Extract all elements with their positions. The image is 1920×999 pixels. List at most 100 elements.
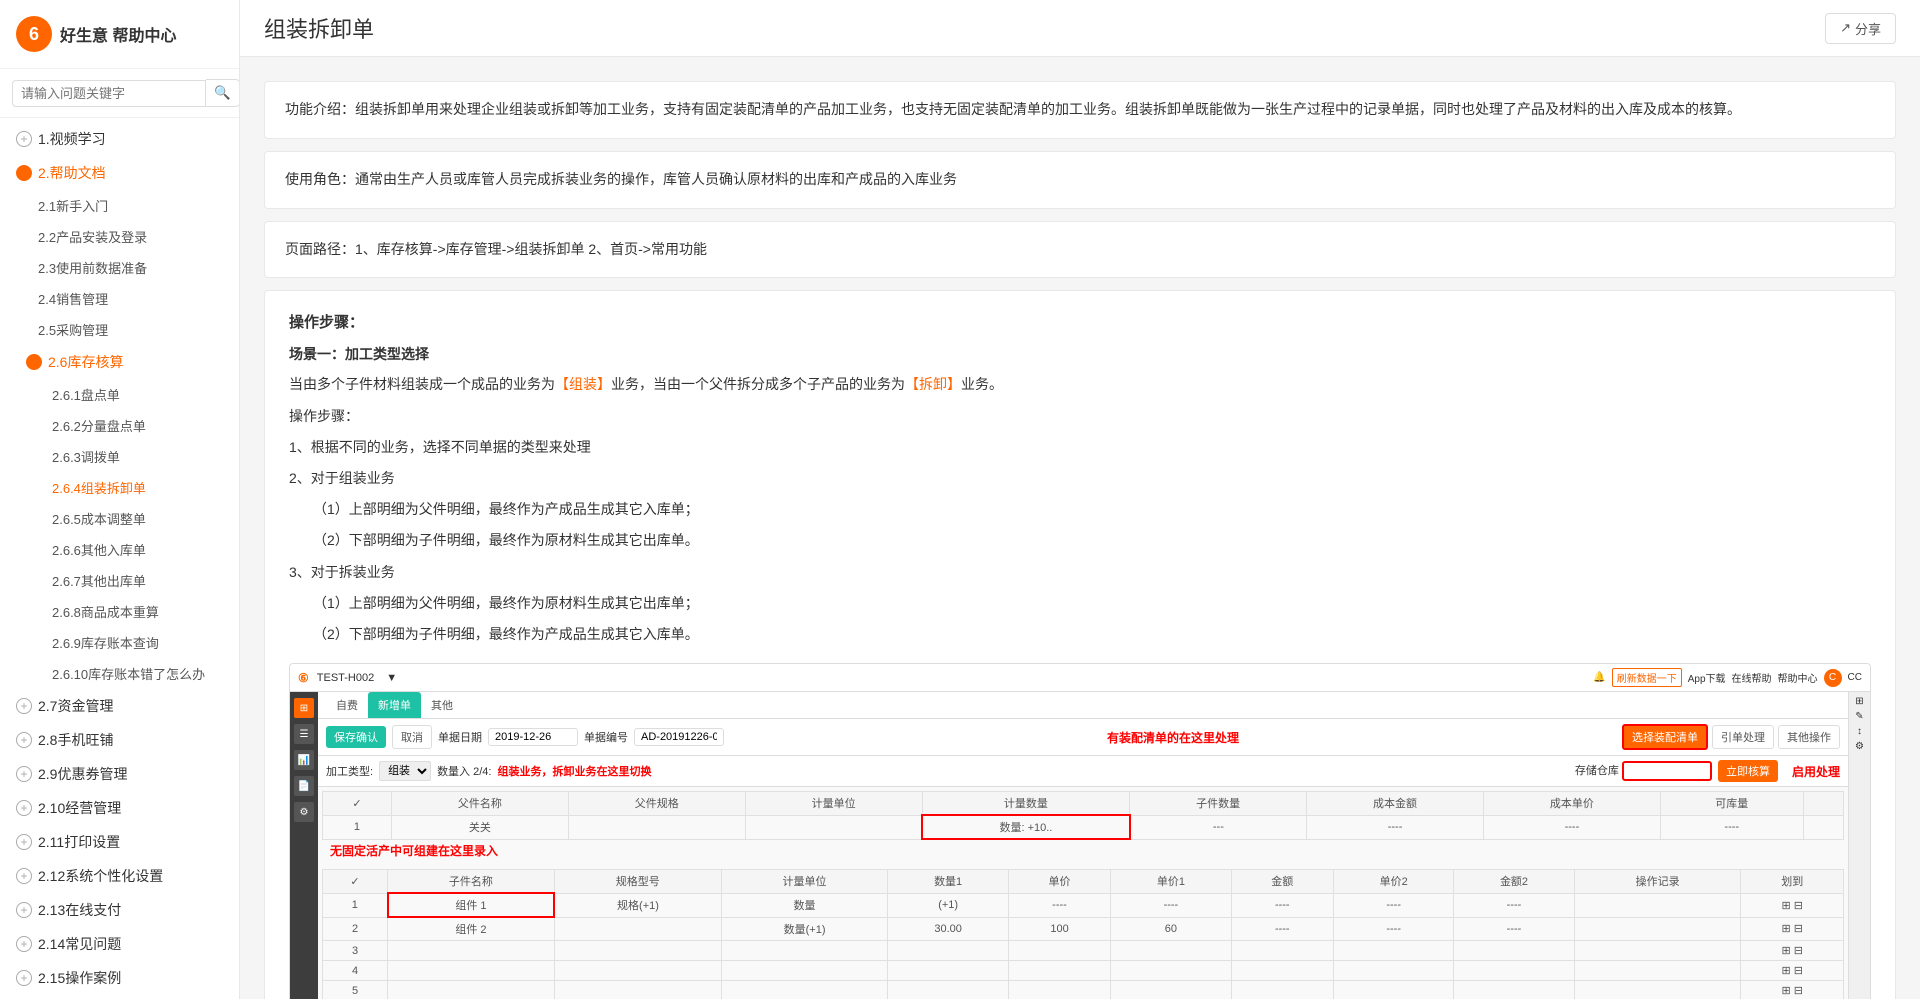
nav-section: + 1.视频学习 − 2.帮助文档 2.1新手入门 2.2产品安装及登录 2.3… xyxy=(0,118,239,999)
mock-tab-other[interactable]: 其他 xyxy=(421,692,463,718)
sidebar-item-docs-266[interactable]: 2.6.6其他入库单 xyxy=(0,534,239,565)
mock-toolbar: 保存确认 取消 单据日期 单据编号 有装配清单的在这里处理 选择装配清单 引单处… xyxy=(318,719,1848,756)
mock-th2-record: 操作记录 xyxy=(1574,870,1741,894)
mock-th-parent-spec: 父件规格 xyxy=(568,792,745,816)
mock-select-assembly-btn[interactable]: 选择装配清单 xyxy=(1622,724,1708,750)
mock-confirm-btn[interactable]: 立即核算 xyxy=(1718,760,1778,782)
mock-th2-name: 子件名称 xyxy=(388,870,555,894)
sidebar-item-docs-262[interactable]: 2.6.2分量盘点单 xyxy=(0,410,239,441)
sidebar-item-label: 2.10经营管理 xyxy=(38,798,121,818)
mock-lower-table: ✓ 子件名称 规格型号 计量单位 数量1 单价 单价1 金额 xyxy=(322,869,1844,999)
sidebar-item-docs-267[interactable]: 2.6.7其他出库单 xyxy=(0,565,239,596)
mock-td-op xyxy=(1803,815,1843,839)
expand-icon-29: + xyxy=(16,766,32,782)
mock-th2-price2: 单价2 xyxy=(1333,870,1453,894)
mock-btn-cancel[interactable]: 取消 xyxy=(392,725,432,749)
table-row: 1 组件 1 规格(+1) 数量 (+1) ---- ---- ---- xyxy=(323,893,1844,917)
search-input[interactable] xyxy=(12,80,206,107)
sidebar-item-docs[interactable]: − 2.帮助文档 xyxy=(0,156,239,190)
sidebar-item-docs-212[interactable]: + 2.12系统个性化设置 xyxy=(0,859,239,893)
mock-date-label: 单据日期 xyxy=(438,729,482,745)
sidebar-item-docs-264[interactable]: 2.6.4组装拆卸单 xyxy=(0,472,239,503)
path-text: 页面路径：1、库存核算->库存管理->组装拆卸单 2、首页->常用功能 xyxy=(285,241,707,257)
mock-date-input[interactable] xyxy=(488,728,578,746)
mock-right-icon4: ⚙ xyxy=(1855,741,1864,752)
mock-order-input[interactable] xyxy=(634,728,724,746)
mock-th2-price1: 单价 xyxy=(1008,870,1110,894)
mock-username: CC xyxy=(1848,672,1862,683)
table-row: 5⊞ ⊟ xyxy=(323,981,1844,999)
mock-btn-save[interactable]: 保存确认 xyxy=(326,726,386,748)
expand-icon: + xyxy=(16,131,32,147)
sidebar-item-docs-215[interactable]: + 2.15操作案例 xyxy=(0,961,239,995)
expand-icon-210: + xyxy=(16,800,32,816)
sidebar-item-label: 1.视频学习 xyxy=(38,129,106,149)
content-area: 功能介绍：组装拆卸单用来处理企业组装或拆卸等加工业务，支持有固定装配清单的产品加… xyxy=(240,57,1920,999)
path-block: 页面路径：1、库存核算->库存管理->组装拆卸单 2、首页->常用功能 xyxy=(264,221,1896,279)
search-box: 🔍 xyxy=(0,69,239,118)
mock-td-check: 1 xyxy=(323,815,392,839)
table-row: 3⊞ ⊟ xyxy=(323,941,1844,961)
sidebar-item-video[interactable]: + 1.视频学习 xyxy=(0,122,239,156)
sidebar-item-docs-2610[interactable]: 2.6.10库存账本错了怎么办 xyxy=(0,658,239,689)
sidebar-item-docs-24[interactable]: 2.4销售管理 xyxy=(0,283,239,314)
sidebar-item-label: 2.13在线支付 xyxy=(38,900,121,920)
mock-td-spec xyxy=(568,815,745,839)
mock-warehouse-section: 存储仓库 xyxy=(1575,761,1712,781)
expand-icon-27: + xyxy=(16,698,32,714)
mock-right-icon3: ↕ xyxy=(1857,726,1862,737)
mock-th2-check: ✓ xyxy=(323,870,388,894)
sidebar-item-label: 2.帮助文档 xyxy=(38,163,106,183)
mock-reference-btn[interactable]: 引单处理 xyxy=(1712,725,1774,749)
collapse-icon-26: − xyxy=(26,354,42,370)
mock-td-name: 关关 xyxy=(391,815,568,839)
mock-main-layout: ⊞ ☰ 📊 📄 ⚙ 自费 新增单 其他 xyxy=(290,692,1870,999)
mock-tab-self[interactable]: 自费 xyxy=(326,692,368,718)
share-icon: ↗ xyxy=(1840,20,1851,36)
share-button[interactable]: ↗ 分享 xyxy=(1825,13,1896,44)
mock-company-id: TEST-H002 xyxy=(317,672,374,684)
sidebar-item-docs-26[interactable]: − 2.6库存核算 xyxy=(0,345,239,379)
mock-type-select[interactable]: 组装 拆卸 xyxy=(379,761,431,781)
mock-action-btn[interactable]: 其他操作 xyxy=(1778,725,1840,749)
sidebar-item-docs-211[interactable]: + 2.11打印设置 xyxy=(0,825,239,859)
step1: 1、根据不同的业务，选择不同单据的类型来处理 xyxy=(289,435,1871,460)
steps-intro: 操作步骤： xyxy=(289,404,1871,429)
mock-th2-amount2: 金额 xyxy=(1231,870,1333,894)
mock-screenshot: ⑥ TEST-H002 ▼ 🔔 刷新数据一下 App下载 在线帮助 帮助中心 C… xyxy=(290,664,1870,999)
mock-dropdown-icon: ▼ xyxy=(386,672,397,684)
logo-icon: 6 xyxy=(16,16,52,52)
mock-warehouse-input[interactable] xyxy=(1622,761,1712,781)
page-title: 组装拆卸单 xyxy=(264,12,374,44)
screenshot-container: ⑥ TEST-H002 ▼ 🔔 刷新数据一下 App下载 在线帮助 帮助中心 C… xyxy=(289,663,1871,999)
mock-help-center: 帮助中心 xyxy=(1778,670,1818,685)
mock-right-panel: ⊞ ✎ ↕ ⚙ xyxy=(1848,692,1870,999)
mock-th2-unit: 计量单位 xyxy=(721,870,888,894)
sidebar-item-docs-269[interactable]: 2.6.9库存账本查询 xyxy=(0,627,239,658)
step2: 2、对于组装业务 xyxy=(289,466,1871,491)
mock-table1-container: ✓ 父件名称 父件规格 计量单位 计量数量 子件数量 成本金额 成本单价 xyxy=(318,787,1848,865)
mock-refresh-btn[interactable]: 刷新数据一下 xyxy=(1612,668,1682,687)
sidebar-item-docs-213[interactable]: + 2.13在线支付 xyxy=(0,893,239,927)
sidebar-item-docs-214[interactable]: + 2.14常见问题 xyxy=(0,927,239,961)
sidebar-item-docs-210[interactable]: + 2.10经营管理 xyxy=(0,791,239,825)
logo-area: 6 好生意 帮助中心 xyxy=(0,0,239,69)
sidebar-item-docs-28[interactable]: + 2.8手机旺铺 xyxy=(0,723,239,757)
mock-nav-icon-doc: 📄 xyxy=(294,776,314,796)
sidebar-item-docs-21[interactable]: 2.1新手入门 xyxy=(0,190,239,221)
step3: 3、对于拆装业务 xyxy=(289,560,1871,585)
sidebar-item-docs-29[interactable]: + 2.9优惠券管理 xyxy=(0,757,239,791)
sidebar-item-docs-263[interactable]: 2.6.3调拨单 xyxy=(0,441,239,472)
mock-tab-new[interactable]: 新增单 xyxy=(368,692,421,718)
sidebar-item-docs-23[interactable]: 2.3使用前数据准备 xyxy=(0,252,239,283)
mock-left-icons: ⊞ ☰ 📊 📄 ⚙ xyxy=(290,692,318,999)
sidebar-item-docs-261[interactable]: 2.6.1盘点单 xyxy=(0,379,239,410)
sidebar-item-docs-265[interactable]: 2.6.5成本调整单 xyxy=(0,503,239,534)
sidebar-item-docs-27[interactable]: + 2.7资金管理 xyxy=(0,689,239,723)
sidebar-item-docs-25[interactable]: 2.5采购管理 xyxy=(0,314,239,345)
steps-block: 操作步骤： 场景一：加工类型选择 当由多个子件材料组装成一个成品的业务为【组装】… xyxy=(264,290,1896,999)
sidebar-item-docs-268[interactable]: 2.6.8商品成本重算 xyxy=(0,596,239,627)
mock-app-label: App下载 xyxy=(1688,670,1726,685)
sidebar-item-docs-22[interactable]: 2.2产品安装及登录 xyxy=(0,221,239,252)
search-button[interactable]: 🔍 xyxy=(206,79,240,107)
